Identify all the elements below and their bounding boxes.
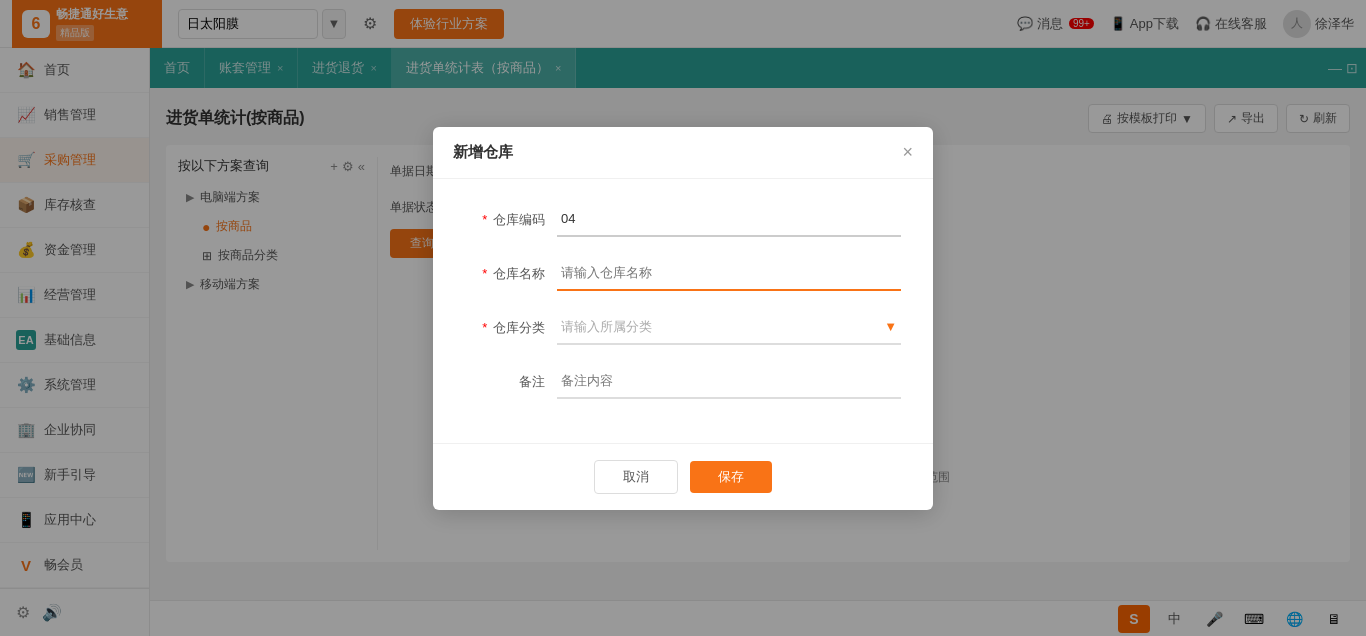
- name-label: * 仓库名称: [465, 265, 545, 283]
- modal-footer: 取消 保存: [433, 443, 933, 510]
- cancel-button[interactable]: 取消: [594, 460, 678, 494]
- form-row-name: * 仓库名称: [465, 257, 901, 291]
- form-row-category: * 仓库分类 请输入所属分类 ▼: [465, 311, 901, 345]
- code-label: * 仓库编码: [465, 211, 545, 229]
- category-select[interactable]: 请输入所属分类 ▼: [557, 311, 901, 345]
- modal-title: 新增仓库: [453, 143, 513, 162]
- modal-close-button[interactable]: ×: [902, 143, 913, 161]
- warehouse-code-input[interactable]: [557, 203, 901, 237]
- modal-header: 新增仓库 ×: [433, 127, 933, 179]
- form-row-remark: 备注: [465, 365, 901, 399]
- modal-overlay[interactable]: 新增仓库 × * 仓库编码 * 仓库名称: [0, 0, 1366, 636]
- remark-input[interactable]: [557, 365, 901, 399]
- warehouse-name-input[interactable]: [557, 257, 901, 291]
- required-star-name: *: [482, 266, 487, 281]
- required-star-cat: *: [482, 320, 487, 335]
- required-star-code: *: [482, 212, 487, 227]
- add-warehouse-modal: 新增仓库 × * 仓库编码 * 仓库名称: [433, 127, 933, 510]
- save-button[interactable]: 保存: [690, 461, 772, 493]
- form-row-code: * 仓库编码: [465, 203, 901, 237]
- modal-body: * 仓库编码 * 仓库名称 * 仓库分类: [433, 179, 933, 443]
- category-dropdown-icon: ▼: [884, 319, 897, 334]
- category-label: * 仓库分类: [465, 319, 545, 337]
- remark-label: 备注: [465, 373, 545, 391]
